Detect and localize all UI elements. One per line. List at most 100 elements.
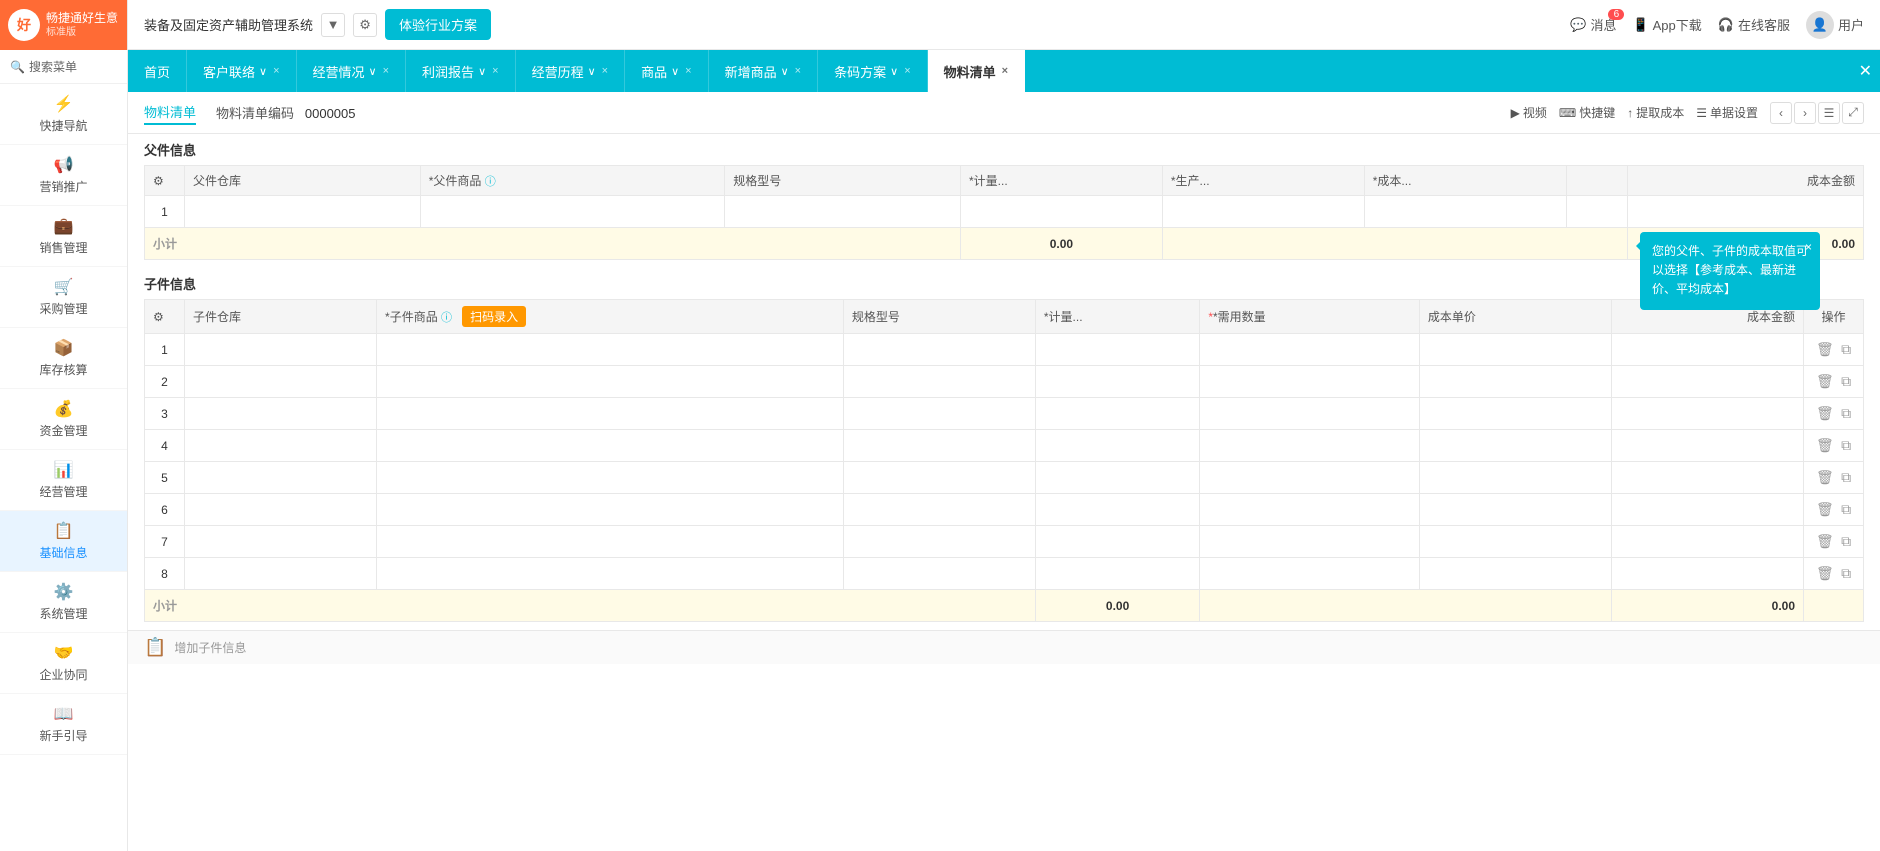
child-row-qty[interactable] <box>1200 526 1420 558</box>
copy-row-button[interactable]: ⧉ <box>1841 501 1851 517</box>
child-row-unit-price[interactable] <box>1419 462 1611 494</box>
child-row-goods[interactable] <box>377 462 844 494</box>
sub-tab-bom-list[interactable]: 物料清单 <box>144 100 196 125</box>
sidebar-search[interactable]: 🔍 搜索菜单 <box>0 50 127 84</box>
child-row-unit-price[interactable] <box>1419 398 1611 430</box>
add-row-icon[interactable]: 📋 <box>144 637 166 658</box>
child-row-unit-price[interactable] <box>1419 494 1611 526</box>
child-row-unit-price[interactable] <box>1419 334 1611 366</box>
child-row-spec[interactable] <box>843 334 1035 366</box>
sidebar-item-system[interactable]: ⚙️ 系统管理 <box>0 572 127 633</box>
tab-operation-close[interactable]: × <box>383 65 389 77</box>
delete-row-button[interactable]: 🗑 <box>1816 565 1834 581</box>
child-row-goods[interactable] <box>377 494 844 526</box>
child-row-spec[interactable] <box>843 494 1035 526</box>
copy-row-button[interactable]: ⧉ <box>1841 341 1851 357</box>
child-row-spec[interactable] <box>843 526 1035 558</box>
col-settings-icon[interactable]: ⚙ <box>153 174 164 188</box>
tab-profit-close[interactable]: × <box>492 65 498 77</box>
child-row-qty[interactable] <box>1200 462 1420 494</box>
delete-row-button[interactable]: 🗑 <box>1816 405 1834 421</box>
expand-view-button[interactable]: ⤢ <box>1842 102 1864 124</box>
copy-row-button[interactable]: ⧉ <box>1841 405 1851 421</box>
child-row-unit-price[interactable] <box>1419 366 1611 398</box>
tab-customer[interactable]: 客户联络 ∨ × <box>187 50 297 92</box>
expand-button[interactable]: ▼ <box>321 13 345 37</box>
child-row-goods[interactable] <box>377 334 844 366</box>
child-row-warehouse[interactable] <box>185 366 377 398</box>
settings-button[interactable]: ⚙ <box>353 13 377 37</box>
extract-cost-button[interactable]: ↑ 提取成本 <box>1627 104 1684 121</box>
sidebar-item-marketing[interactable]: 📢 营销推广 <box>0 145 127 206</box>
copy-row-button[interactable]: ⧉ <box>1841 373 1851 389</box>
delete-row-button[interactable]: 🗑 <box>1816 501 1834 517</box>
child-row-goods[interactable] <box>377 558 844 590</box>
child-row-qty[interactable] <box>1200 398 1420 430</box>
tab-bom-close[interactable]: × <box>1002 65 1008 77</box>
tab-home[interactable]: 首页 <box>128 50 187 92</box>
sidebar-item-operation[interactable]: 📊 经营管理 <box>0 450 127 511</box>
prev-arrow-button[interactable]: ‹ <box>1770 102 1792 124</box>
child-row-qty[interactable] <box>1200 366 1420 398</box>
child-row-qty[interactable] <box>1200 558 1420 590</box>
child-row-qty[interactable] <box>1200 494 1420 526</box>
delete-row-button[interactable]: 🗑 <box>1816 533 1834 549</box>
view-video-button[interactable]: ▶ 视频 <box>1511 104 1547 121</box>
child-row-warehouse[interactable] <box>185 398 377 430</box>
child-row-unit[interactable] <box>1035 398 1199 430</box>
next-arrow-button[interactable]: › <box>1794 102 1816 124</box>
tab-history-close[interactable]: × <box>602 65 608 77</box>
tab-profit[interactable]: 利润报告 ∨ × <box>406 50 516 92</box>
copy-row-button[interactable]: ⧉ <box>1841 469 1851 485</box>
sidebar-item-quick-nav[interactable]: ⚡ 快捷导航 <box>0 84 127 145</box>
copy-row-button[interactable]: ⧉ <box>1841 565 1851 581</box>
trial-button[interactable]: 体验行业方案 <box>385 9 491 40</box>
child-row-qty[interactable] <box>1200 334 1420 366</box>
message-button[interactable]: 💬 消息 6 <box>1570 15 1616 34</box>
child-row-unit[interactable] <box>1035 526 1199 558</box>
child-row-warehouse[interactable] <box>185 494 377 526</box>
close-all-icon[interactable]: ✕ <box>1859 61 1872 81</box>
sidebar-item-enterprise[interactable]: 🤝 企业协同 <box>0 633 127 694</box>
parent-row-cost[interactable] <box>1364 196 1566 228</box>
tab-barcode-close[interactable]: × <box>904 65 910 77</box>
tab-customer-close[interactable]: × <box>273 65 279 77</box>
sidebar-item-inventory[interactable]: 📦 库存核算 <box>0 328 127 389</box>
child-settings-icon[interactable]: ⚙ <box>153 310 164 324</box>
parent-row-unit[interactable] <box>960 196 1162 228</box>
sidebar-item-finance[interactable]: 💰 资金管理 <box>0 389 127 450</box>
scan-input-button[interactable]: 扫码录入 <box>462 306 526 327</box>
child-row-unit[interactable] <box>1035 430 1199 462</box>
child-row-goods[interactable] <box>377 366 844 398</box>
sidebar-item-purchase[interactable]: 🛒 采购管理 <box>0 267 127 328</box>
single-settings-button[interactable]: ☰ 单据设置 <box>1696 104 1758 121</box>
child-row-unit[interactable] <box>1035 494 1199 526</box>
tab-bom[interactable]: 物料清单 × <box>928 50 1025 92</box>
child-row-warehouse[interactable] <box>185 430 377 462</box>
app-download-button[interactable]: 📱 App下载 <box>1632 15 1701 34</box>
child-row-spec[interactable] <box>843 462 1035 494</box>
user-button[interactable]: 👤 用户 <box>1806 11 1864 39</box>
child-row-goods[interactable] <box>377 430 844 462</box>
tab-barcode[interactable]: 条码方案 ∨ × <box>818 50 928 92</box>
parent-row-spec[interactable] <box>725 196 961 228</box>
child-row-unit-price[interactable] <box>1419 430 1611 462</box>
child-row-unit-price[interactable] <box>1419 526 1611 558</box>
child-row-qty[interactable] <box>1200 430 1420 462</box>
tab-new-goods-close[interactable]: × <box>795 65 801 77</box>
tab-goods-close[interactable]: × <box>685 65 691 77</box>
child-row-goods[interactable] <box>377 398 844 430</box>
copy-row-button[interactable]: ⧉ <box>1841 437 1851 453</box>
copy-row-button[interactable]: ⧉ <box>1841 533 1851 549</box>
tab-operation-status[interactable]: 经营情况 ∨ × <box>297 50 407 92</box>
shortcut-button[interactable]: ⌨ 快捷键 <box>1559 104 1615 121</box>
child-row-unit-price[interactable] <box>1419 558 1611 590</box>
child-row-spec[interactable] <box>843 558 1035 590</box>
sub-tab-bom-code[interactable]: 物料清单编码 0000005 <box>216 101 355 124</box>
child-row-unit[interactable] <box>1035 462 1199 494</box>
child-row-warehouse[interactable] <box>185 558 377 590</box>
tab-goods[interactable]: 商品 ∨ × <box>625 50 709 92</box>
delete-row-button[interactable]: 🗑 <box>1816 437 1834 453</box>
list-view-button[interactable]: ☰ <box>1818 102 1840 124</box>
child-row-warehouse[interactable] <box>185 334 377 366</box>
